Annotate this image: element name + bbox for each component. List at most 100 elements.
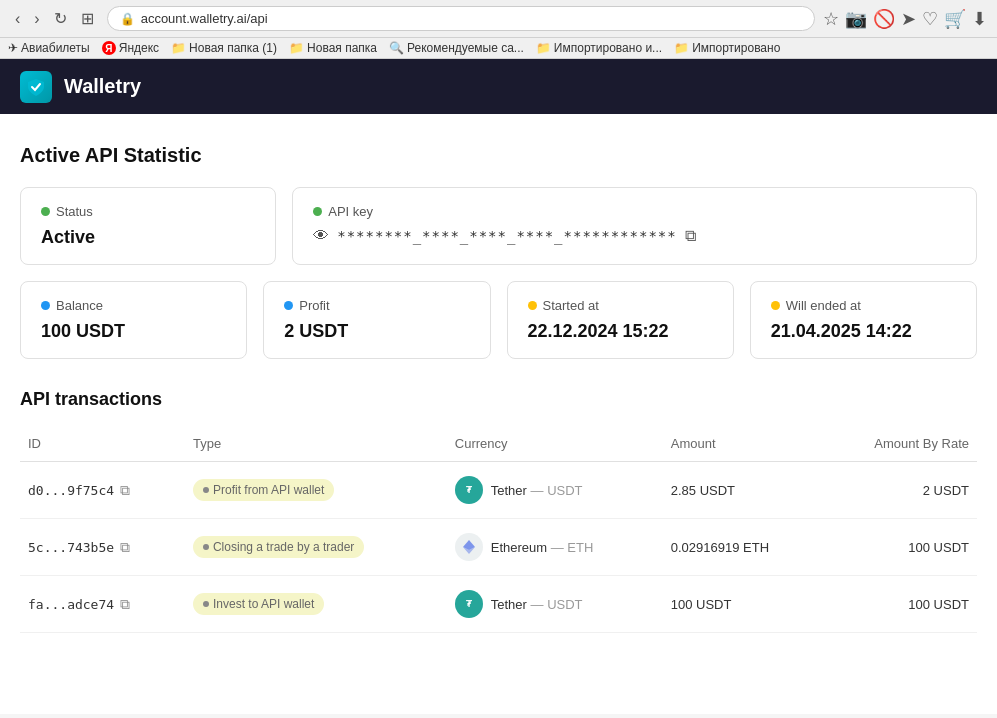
refresh-button[interactable]: ↻ bbox=[49, 7, 72, 30]
tx-amount: 100 USDT bbox=[663, 576, 823, 633]
download-icon[interactable]: ⬇ bbox=[972, 8, 987, 30]
api-key-label: API key bbox=[313, 204, 956, 219]
bookmark-label: Рекомендуемые са... bbox=[407, 41, 524, 55]
grid-button[interactable]: ⊞ bbox=[76, 7, 99, 30]
bookmark-label: Новая папка (1) bbox=[189, 41, 277, 55]
balance-value: 100 USDT bbox=[41, 321, 226, 342]
ended-label: Will ended at bbox=[771, 298, 956, 313]
started-value: 22.12.2024 15:22 bbox=[528, 321, 713, 342]
tether-icon: ₮ bbox=[455, 476, 483, 504]
col-type: Type bbox=[185, 426, 447, 462]
balance-label: Balance bbox=[41, 298, 226, 313]
col-currency: Currency bbox=[447, 426, 663, 462]
tx-amount: 2.85 USDT bbox=[663, 462, 823, 519]
send-icon[interactable]: ➤ bbox=[901, 8, 916, 30]
balance-card: Balance 100 USDT bbox=[20, 281, 247, 359]
lock-icon: 🔒 bbox=[120, 12, 135, 26]
status-value: Active bbox=[41, 227, 255, 248]
back-button[interactable]: ‹ bbox=[10, 7, 25, 30]
copy-tx-button[interactable]: ⧉ bbox=[120, 596, 130, 613]
api-key-masked: ********_****_****_****_************ bbox=[337, 228, 676, 244]
page-title: Active API Statistic bbox=[20, 144, 977, 167]
app-title: Walletry bbox=[64, 75, 141, 98]
svg-text:₮: ₮ bbox=[466, 599, 473, 609]
profit-value: 2 USDT bbox=[284, 321, 469, 342]
copy-tx-button[interactable]: ⧉ bbox=[120, 539, 130, 556]
table-row: fa...adce74 ⧉ Invest to API wallet ₮ Tet… bbox=[20, 576, 977, 633]
bookmark-yandex[interactable]: Я Яндекс bbox=[102, 41, 159, 55]
tx-id: fa...adce74 ⧉ bbox=[28, 596, 177, 613]
bookmark-folder2[interactable]: 📁 Новая папка bbox=[289, 41, 377, 55]
tx-id-text: fa...adce74 bbox=[28, 597, 114, 612]
bookmark-imported1[interactable]: 📁 Импортировано и... bbox=[536, 41, 662, 55]
tx-id-text: d0...9f75c4 bbox=[28, 483, 114, 498]
api-key-value: 👁 ********_****_****_****_************ ⧉ bbox=[313, 227, 956, 245]
address-bar[interactable]: 🔒 account.walletry.ai/api bbox=[107, 6, 815, 31]
bookmark-imported2[interactable]: 📁 Импортировано bbox=[674, 41, 780, 55]
svg-text:₮: ₮ bbox=[466, 485, 473, 495]
forward-button[interactable]: › bbox=[29, 7, 44, 30]
started-card: Started at 22.12.2024 15:22 bbox=[507, 281, 734, 359]
bookmark-label: Авиабилеты bbox=[21, 41, 90, 55]
folder-icon: 📁 bbox=[536, 41, 551, 55]
stats-row-1: Status Active API key 👁 ********_****_**… bbox=[20, 187, 977, 265]
tx-amount-by-rate: 100 USDT bbox=[822, 519, 977, 576]
tx-type-badge: Closing a trade by a trader bbox=[193, 536, 364, 558]
table-body: d0...9f75c4 ⧉ Profit from API wallet ₮ T… bbox=[20, 462, 977, 633]
tether-icon: ₮ bbox=[455, 590, 483, 618]
tx-type-badge: Invest to API wallet bbox=[193, 593, 324, 615]
star-icon[interactable]: ☆ bbox=[823, 8, 839, 30]
transactions-title: API transactions bbox=[20, 389, 977, 410]
heart-icon[interactable]: ♡ bbox=[922, 8, 938, 30]
badge-dot bbox=[203, 544, 209, 550]
currency-name: Tether — USDT bbox=[491, 483, 583, 498]
stats-row-2: Balance 100 USDT Profit 2 USDT Started a… bbox=[20, 281, 977, 359]
bookmark-label: Новая папка bbox=[307, 41, 377, 55]
tx-id: d0...9f75c4 ⧉ bbox=[28, 482, 177, 499]
folder-icon: 📁 bbox=[289, 41, 304, 55]
search-icon: 🔍 bbox=[389, 41, 404, 55]
copy-api-key-button[interactable]: ⧉ bbox=[685, 227, 696, 245]
currency-cell: ₮ Tether — USDT bbox=[455, 476, 655, 504]
bookmark-recommended[interactable]: 🔍 Рекомендуемые са... bbox=[389, 41, 524, 55]
tx-id: 5c...743b5e ⧉ bbox=[28, 539, 177, 556]
main-content: Active API Statistic Status Active API k… bbox=[0, 114, 997, 714]
bookmark-icon: Я bbox=[102, 41, 116, 55]
app-header: Walletry bbox=[0, 59, 997, 114]
copy-tx-button[interactable]: ⧉ bbox=[120, 482, 130, 499]
tx-amount-by-rate: 100 USDT bbox=[822, 576, 977, 633]
status-card: Status Active bbox=[20, 187, 276, 265]
api-key-card: API key 👁 ********_****_****_****_******… bbox=[292, 187, 977, 265]
started-label: Started at bbox=[528, 298, 713, 313]
eth-icon bbox=[455, 533, 483, 561]
logo-svg bbox=[25, 76, 47, 98]
currency-ticker: — USDT bbox=[531, 597, 583, 612]
currency-name: Ethereum — ETH bbox=[491, 540, 594, 555]
col-amount: Amount bbox=[663, 426, 823, 462]
bookmarks-bar: ✈ Авиабилеты Я Яндекс 📁 Новая папка (1) … bbox=[0, 38, 997, 59]
eye-icon[interactable]: 👁 bbox=[313, 227, 329, 245]
app-logo bbox=[20, 71, 52, 103]
balance-dot bbox=[41, 301, 50, 310]
block-icon[interactable]: 🚫 bbox=[873, 8, 895, 30]
camera-icon[interactable]: 📷 bbox=[845, 8, 867, 30]
bookmark-label: Яндекс bbox=[119, 41, 159, 55]
currency-ticker: — ETH bbox=[551, 540, 594, 555]
bookmark-aviabilety[interactable]: ✈ Авиабилеты bbox=[8, 41, 90, 55]
cart-icon[interactable]: 🛒 bbox=[944, 8, 966, 30]
profit-dot bbox=[284, 301, 293, 310]
status-label: Status bbox=[41, 204, 255, 219]
table-row: d0...9f75c4 ⧉ Profit from API wallet ₮ T… bbox=[20, 462, 977, 519]
currency-cell: Ethereum — ETH bbox=[455, 533, 655, 561]
ended-dot bbox=[771, 301, 780, 310]
badge-dot bbox=[203, 487, 209, 493]
started-dot bbox=[528, 301, 537, 310]
bookmark-folder1[interactable]: 📁 Новая папка (1) bbox=[171, 41, 277, 55]
browser-navigation[interactable]: ‹ › ↻ ⊞ bbox=[10, 7, 99, 30]
status-dot bbox=[41, 207, 50, 216]
folder-icon: 📁 bbox=[674, 41, 689, 55]
browser-bar: ‹ › ↻ ⊞ 🔒 account.walletry.ai/api ☆ 📷 🚫 … bbox=[0, 0, 997, 38]
currency-name: Tether — USDT bbox=[491, 597, 583, 612]
table-row: 5c...743b5e ⧉ Closing a trade by a trade… bbox=[20, 519, 977, 576]
badge-dot bbox=[203, 601, 209, 607]
